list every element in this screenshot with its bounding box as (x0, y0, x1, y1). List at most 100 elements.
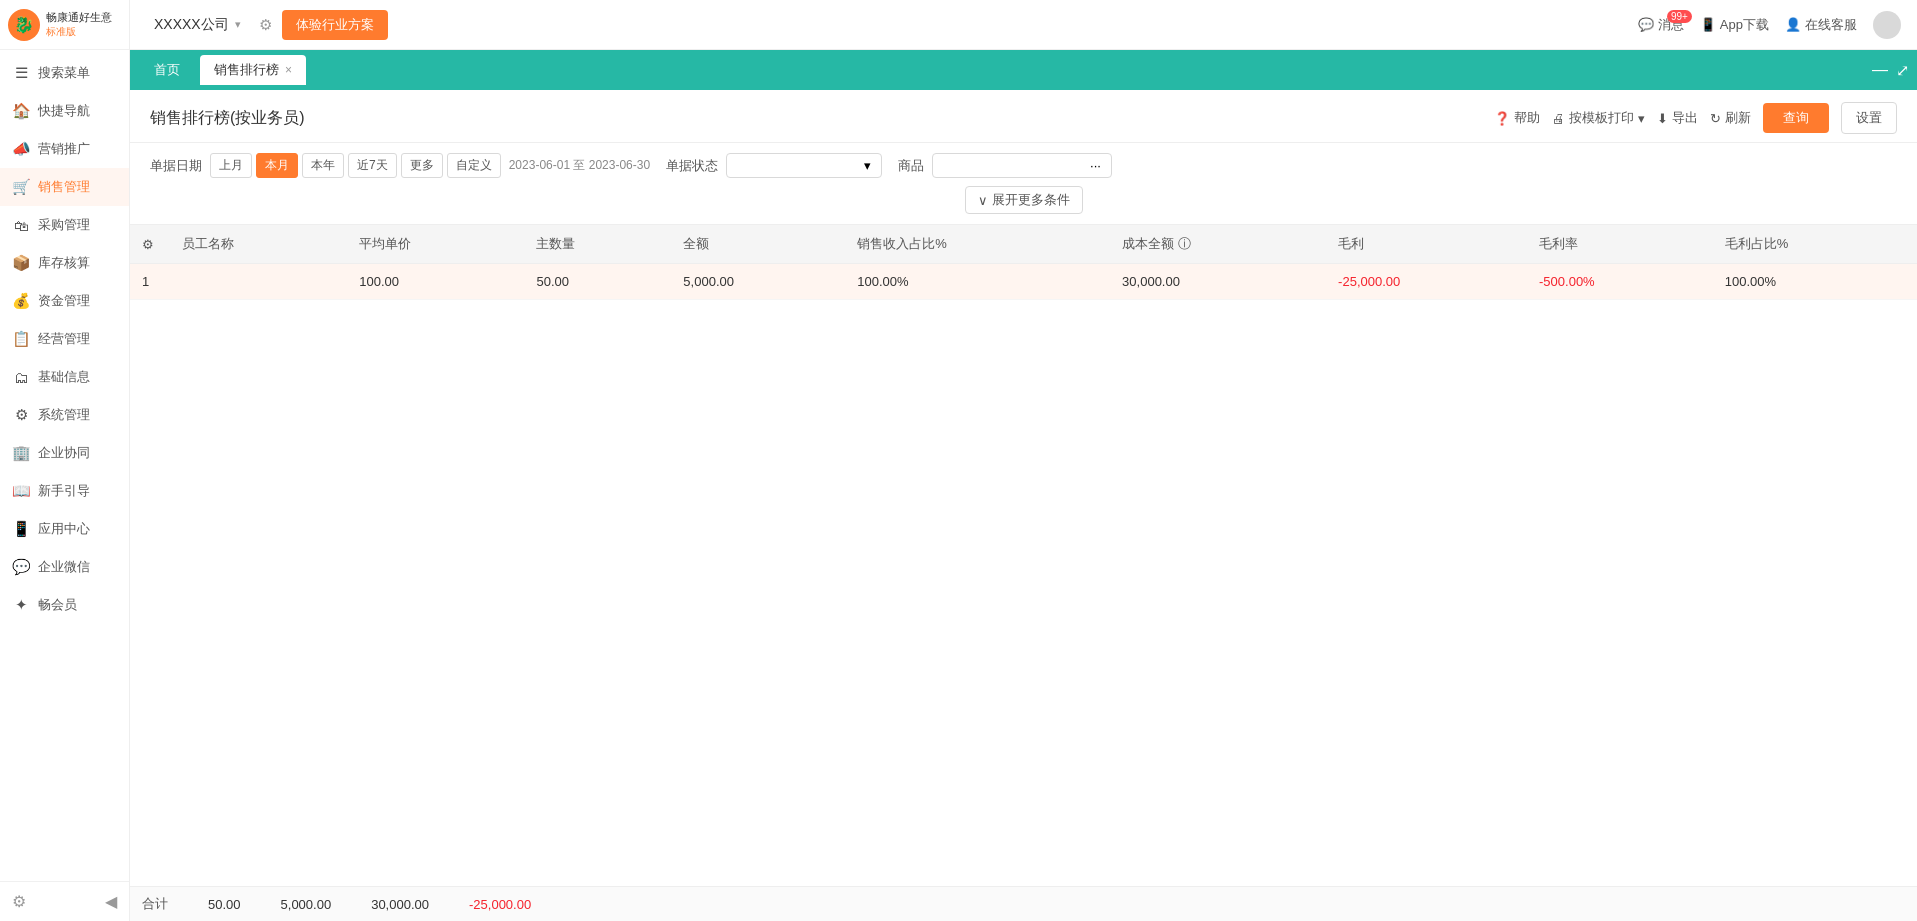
inventory-icon: 📦 (12, 254, 30, 272)
sidebar-item-sales[interactable]: 🛒 销售管理 (0, 168, 129, 206)
goods-input[interactable]: ··· (932, 153, 1112, 178)
logo-icon: 🐉 (8, 9, 40, 41)
operations-icon: 📋 (12, 330, 30, 348)
sidebar-item-finance[interactable]: 💰 资金管理 (0, 282, 129, 320)
tab-home[interactable]: 首页 (138, 55, 196, 85)
sidebar-label-finance: 资金管理 (38, 292, 90, 310)
date-current-btn[interactable]: 本月 (256, 153, 298, 178)
export-icon: ⬇ (1657, 111, 1668, 126)
sidebar-label-apps: 应用中心 (38, 520, 90, 538)
cell-name (170, 264, 347, 300)
col-total: 全额 (671, 225, 845, 264)
export-button[interactable]: ⬇ 导出 (1657, 109, 1698, 127)
footer-total: 5,000.00 (281, 897, 332, 912)
help-label: 帮助 (1514, 109, 1540, 127)
message-action[interactable]: 💬 消息 99+ (1638, 16, 1684, 34)
page-title: 销售排行榜(按业务员) (150, 108, 305, 129)
table-footer: 合计 50.00 5,000.00 30,000.00 -25,000.00 (130, 886, 1917, 921)
table-settings-icon[interactable]: ⚙ (142, 237, 154, 252)
header-settings-icon[interactable]: ⚙ (259, 16, 272, 34)
tab-sales-ranking[interactable]: 销售排行榜 × (200, 55, 306, 85)
guide-icon: 📖 (12, 482, 30, 500)
finance-icon: 💰 (12, 292, 30, 310)
query-button[interactable]: 查询 (1763, 103, 1829, 133)
app-icon: 📱 (1700, 17, 1716, 32)
footer-settings-icon[interactable]: ⚙ (12, 892, 26, 911)
sidebar-label-guide: 新手引导 (38, 482, 90, 500)
trial-button[interactable]: 体验行业方案 (282, 10, 388, 40)
date-prev-btn[interactable]: 上月 (210, 153, 252, 178)
tab-bar: 首页 销售排行榜 × — ⤢ (130, 50, 1917, 90)
logo-sub: 标准版 (46, 25, 112, 39)
sidebar-item-marketing[interactable]: 📣 营销推广 (0, 130, 129, 168)
settings-button[interactable]: 设置 (1841, 102, 1897, 134)
cell-main-qty: 50.00 (524, 264, 671, 300)
tab-expand-icon[interactable]: ⤢ (1896, 61, 1909, 80)
status-filter-group: 单据状态 ▾ (666, 153, 882, 178)
sidebar-item-purchase[interactable]: 🛍 采购管理 (0, 206, 129, 244)
help-button[interactable]: ❓ 帮助 (1494, 109, 1540, 127)
app-download-action[interactable]: 📱 App下载 (1700, 16, 1769, 34)
refresh-button[interactable]: ↻ 刷新 (1710, 109, 1751, 127)
table-row: 1 100.00 50.00 5,000.00 100.00% 30,000.0… (130, 264, 1917, 300)
print-label: 按模板打印 (1569, 109, 1634, 127)
date-custom-btn[interactable]: 自定义 (447, 153, 501, 178)
sidebar-item-quick-nav[interactable]: 🏠 快捷导航 (0, 92, 129, 130)
date-year-btn[interactable]: 本年 (302, 153, 344, 178)
sidebar-item-inventory[interactable]: 📦 库存核算 (0, 244, 129, 282)
sidebar-item-wechat[interactable]: 💬 企业微信 (0, 548, 129, 586)
wechat-icon: 💬 (12, 558, 30, 576)
sidebar-item-apps[interactable]: 📱 应用中心 (0, 510, 129, 548)
sidebar-label-member: 畅会员 (38, 596, 77, 614)
sidebar-label-purchase: 采购管理 (38, 216, 90, 234)
sidebar-item-operations[interactable]: 📋 经营管理 (0, 320, 129, 358)
sidebar-item-search-order[interactable]: ☰ 搜索菜单 (0, 54, 129, 92)
col-name: 员工名称 (170, 225, 347, 264)
avatar[interactable] (1873, 11, 1901, 39)
date-more-btn[interactable]: 更多 (401, 153, 443, 178)
data-table-container: ⚙ 员工名称 平均单价 主数量 全额 销售收入占比% 成本全额 ⓘ 毛利 毛利率… (130, 225, 1917, 886)
company-selector[interactable]: XXXXX公司 ▾ (146, 12, 249, 38)
sidebar-item-guide[interactable]: 📖 新手引导 (0, 472, 129, 510)
quick-nav-icon: 🏠 (12, 102, 30, 120)
system-icon: ⚙ (12, 406, 30, 424)
date-filter-group: 单据日期 上月 本月 本年 近7天 更多 自定义 2023-06-01 至 20… (150, 153, 650, 178)
date-buttons: 上月 本月 本年 近7天 更多 自定义 (210, 153, 501, 178)
main-content: XXXXX公司 ▾ ⚙ 体验行业方案 💬 消息 99+ 📱 App下载 👤 在线… (130, 0, 1917, 921)
col-settings[interactable]: ⚙ (130, 225, 170, 264)
page-actions: ❓ 帮助 🖨 按模板打印 ▾ ⬇ 导出 ↻ 刷新 查询 设置 (1494, 102, 1897, 134)
col-gross-rate: 毛利率 (1527, 225, 1713, 264)
header-right: 💬 消息 99+ 📱 App下载 👤 在线客服 (1638, 11, 1901, 39)
sidebar-label-marketing: 营销推广 (38, 140, 90, 158)
col-avg-price: 平均单价 (347, 225, 524, 264)
print-button[interactable]: 🖨 按模板打印 ▾ (1552, 109, 1645, 127)
service-icon: 👤 (1785, 17, 1801, 32)
marketing-icon: 📣 (12, 140, 30, 158)
app-label: App下载 (1720, 16, 1769, 34)
status-select[interactable]: ▾ (726, 153, 882, 178)
sidebar-item-system[interactable]: ⚙ 系统管理 (0, 396, 129, 434)
logo-text-block: 畅康通好生意 标准版 (46, 10, 112, 38)
tab-minimize-icon[interactable]: — (1872, 61, 1888, 79)
footer-main-qty: 50.00 (208, 897, 241, 912)
sidebar-item-enterprise[interactable]: 🏢 企业协同 (0, 434, 129, 472)
message-badge: 99+ (1667, 10, 1692, 23)
sidebar-item-member[interactable]: ✦ 畅会员 (0, 586, 129, 624)
footer-collapse-icon[interactable]: ◀ (105, 892, 117, 911)
filter-area: 单据日期 上月 本月 本年 近7天 更多 自定义 2023-06-01 至 20… (130, 143, 1917, 225)
col-gross: 毛利 (1326, 225, 1527, 264)
date-range-display: 2023-06-01 至 2023-06-30 (509, 157, 650, 174)
tab-bar-right: — ⤢ (1872, 61, 1909, 80)
chevron-down-icon: ▾ (235, 18, 241, 31)
footer-label: 合计 (142, 895, 168, 913)
expand-conditions-button[interactable]: ∨ 展开更多条件 (965, 186, 1083, 214)
logo-title: 畅康通好生意 (46, 10, 112, 24)
service-action[interactable]: 👤 在线客服 (1785, 16, 1857, 34)
tab-close-icon[interactable]: × (285, 63, 292, 77)
more-icon[interactable]: ··· (1090, 158, 1101, 173)
member-icon: ✦ (12, 596, 30, 614)
search-order-icon: ☰ (12, 64, 30, 82)
sidebar-item-basic-info[interactable]: 🗂 基础信息 (0, 358, 129, 396)
date-7days-btn[interactable]: 近7天 (348, 153, 397, 178)
top-header: XXXXX公司 ▾ ⚙ 体验行业方案 💬 消息 99+ 📱 App下载 👤 在线… (130, 0, 1917, 50)
